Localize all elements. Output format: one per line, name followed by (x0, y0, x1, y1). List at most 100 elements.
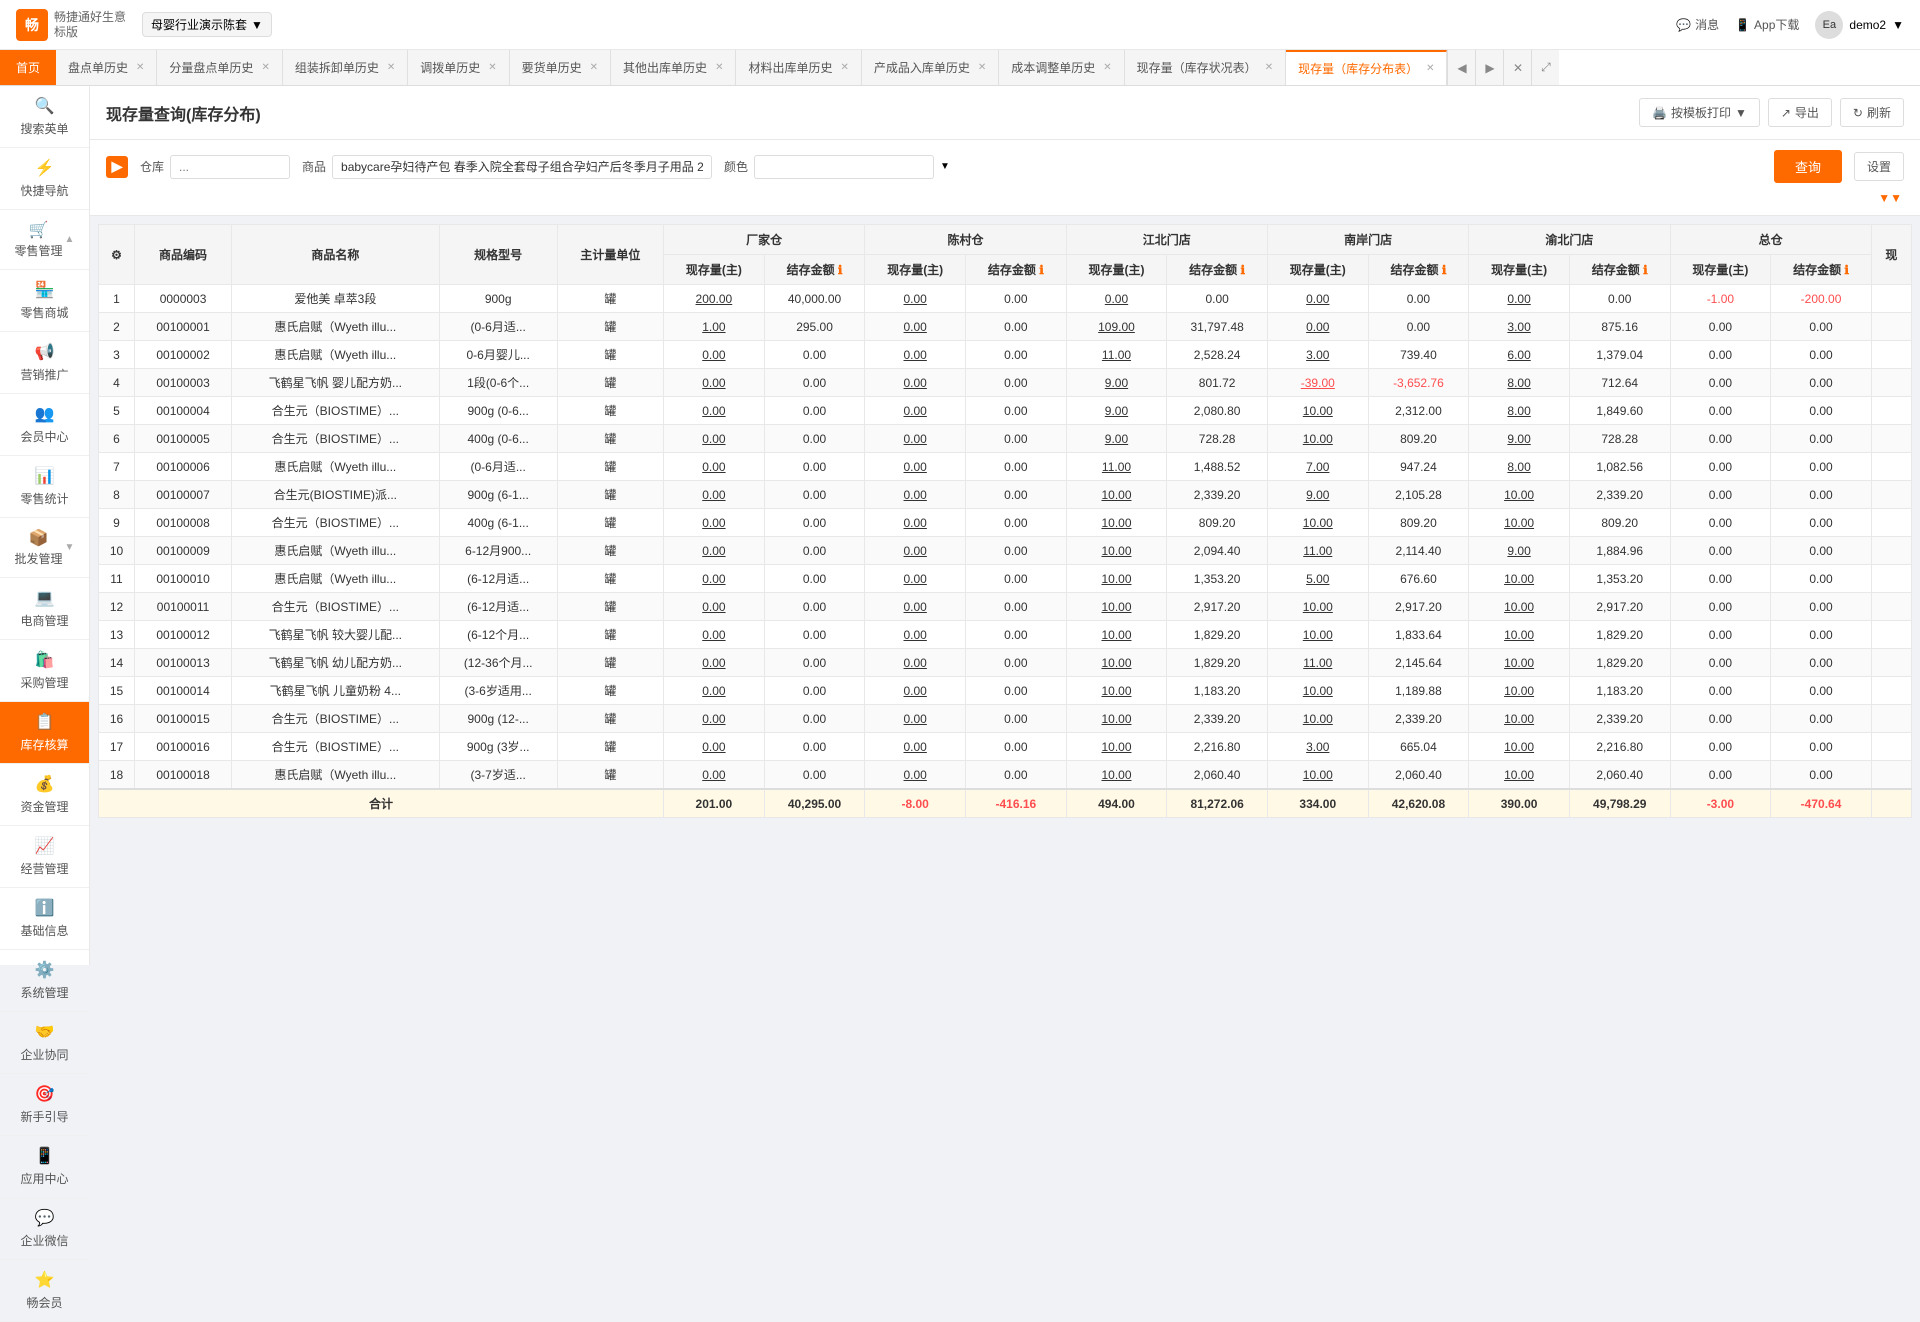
cell-yb-stock: 9.00 (1469, 537, 1570, 565)
sidebar-item-baseinfo[interactable]: ℹ️ 基础信息 (0, 888, 89, 950)
cell-na-stock: 10.00 (1267, 593, 1368, 621)
cell-t-stock: 0.00 (1670, 705, 1771, 733)
sidebar-item-inventory[interactable]: 📋 库存核算 (0, 702, 89, 764)
tab-stock-state[interactable]: 现存量（库存状况表） ✕ (1125, 50, 1286, 86)
cell-f-amount: 0.00 (764, 481, 865, 509)
page-title: 现存量查询(库存分布) (106, 101, 261, 125)
sidebar-item-ecommerce[interactable]: 💻 电商管理 (0, 578, 89, 640)
tab-cstadj[interactable]: 成本调整单历史 ✕ (999, 50, 1124, 86)
sidebar-item-changyuun[interactable]: ⭐ 畅会员 (0, 1260, 89, 1322)
tab-close-icon[interactable]: ✕ (1265, 62, 1273, 73)
message-btn[interactable]: 💬 消息 (1676, 16, 1719, 33)
sidebar-item-mall[interactable]: 🏪 零售商城 (0, 270, 89, 332)
sidebar-item-sysconf[interactable]: ⚙️ 系统管理 (0, 950, 89, 1012)
sidebar-item-finance[interactable]: 💰 资金管理 (0, 764, 89, 826)
color-input[interactable] (754, 155, 934, 179)
org-selector[interactable]: 母婴行业演示陈套 ▼ (142, 12, 272, 37)
tab-close-icon[interactable]: ✕ (1426, 63, 1434, 74)
cell-na-amount: 739.40 (1368, 341, 1469, 369)
logo-icon: 畅 (16, 9, 48, 41)
total-na-stock: 334.00 (1267, 789, 1368, 818)
cell-extra (1871, 369, 1911, 397)
tab-matck[interactable]: 材料出库单历史 ✕ (736, 50, 861, 86)
sidebar-item-ops[interactable]: 📈 经营管理 (0, 826, 89, 888)
tab-pand[interactable]: 盘点单历史 ✕ (56, 50, 157, 86)
cell-yb-amount: 1,884.96 (1569, 537, 1670, 565)
cell-jb-amount: 801.72 (1167, 369, 1268, 397)
cell-t-stock: 0.00 (1670, 481, 1771, 509)
tab-close-icon[interactable]: ✕ (715, 62, 723, 73)
tab-qther[interactable]: 其他出库单历史 ✕ (611, 50, 736, 86)
cell-yb-amount: 1,829.20 (1569, 621, 1670, 649)
refresh-btn[interactable]: ↻ 刷新 (1840, 98, 1904, 127)
cell-c-amount: 0.00 (966, 313, 1067, 341)
warehouse-input[interactable] (170, 155, 290, 179)
cell-yb-amount: 728.28 (1569, 425, 1670, 453)
cell-f-amount: 0.00 (764, 509, 865, 537)
tab-flpand[interactable]: 分量盘点单历史 ✕ (157, 50, 282, 86)
tab-close-icon[interactable]: ✕ (488, 62, 496, 73)
cell-na-stock: -39.00 (1267, 369, 1368, 397)
tab-close-icon[interactable]: ✕ (261, 62, 269, 73)
tab-close-all[interactable]: ✕ (1503, 50, 1531, 86)
search-btn[interactable]: 查询 (1774, 150, 1842, 183)
cell-na-stock: 10.00 (1267, 425, 1368, 453)
cell-c-stock: 0.00 (865, 649, 966, 677)
tab-close-icon[interactable]: ✕ (590, 62, 598, 73)
cell-yb-stock: 8.00 (1469, 453, 1570, 481)
toggle-expand-btn[interactable]: ▶ (106, 156, 128, 178)
tab-dibo[interactable]: 调拨单历史 ✕ (408, 50, 509, 86)
tab-home[interactable]: 首页 (0, 50, 56, 86)
col-total-header: 总仓 (1670, 225, 1871, 255)
tab-close-icon[interactable]: ✕ (1103, 62, 1111, 73)
cell-seq: 13 (99, 621, 135, 649)
app-download-btn[interactable]: 📱 App下载 (1735, 16, 1799, 33)
print-btn[interactable]: 🖨️ 按模板打印 ▼ (1639, 98, 1760, 127)
tab-yohuo[interactable]: 要货单历史 ✕ (510, 50, 611, 86)
total-na-amount: 42,620.08 (1368, 789, 1469, 818)
export-btn[interactable]: ↗ 导出 (1768, 98, 1832, 127)
col-nanan-header: 南岸门店 (1267, 225, 1468, 255)
tab-close-icon[interactable]: ✕ (387, 62, 395, 73)
sidebar-item-retail-stat[interactable]: 📊 零售统计 (0, 456, 89, 518)
col-c-amount: 结存金额 ℹ (966, 255, 1067, 285)
cell-c-stock: 0.00 (865, 705, 966, 733)
tab-arrow-right[interactable]: ▶ (1475, 50, 1503, 86)
table-row: 16 00100015 合生元（BIOSTIME）... 900g (12-..… (99, 705, 1912, 733)
sidebar-item-wxwork[interactable]: 💬 企业微信 (0, 1198, 89, 1260)
cell-f-amount: 40,000.00 (764, 285, 865, 313)
user-menu[interactable]: Ea demo2 ▼ (1815, 11, 1904, 39)
goods-input[interactable] (332, 155, 712, 179)
sidebar-item-marketing[interactable]: 📢 营销推广 (0, 332, 89, 394)
sidebar-item-appcenter[interactable]: 📱 应用中心 (0, 1136, 89, 1198)
cell-code: 00100013 (135, 649, 232, 677)
cell-na-amount: 1,833.64 (1368, 621, 1469, 649)
sidebar-item-guide[interactable]: 🎯 新手引导 (0, 1074, 89, 1136)
tab-expand[interactable]: ⤢ (1531, 50, 1559, 86)
tab-arrow-left[interactable]: ◀ (1447, 50, 1475, 86)
cell-name: 合生元（BIOSTIME）... (232, 509, 439, 537)
sidebar-item-retail[interactable]: 🛒 零售管理 ▲ (0, 210, 89, 270)
cell-name: 合生元（BIOSTIME）... (232, 733, 439, 761)
cell-na-amount: 665.04 (1368, 733, 1469, 761)
search-bar: ▶ 仓库 商品 颜色 ▼ 查询 设置 (90, 140, 1920, 216)
setting-btn[interactable]: 设置 (1854, 152, 1904, 181)
sidebar-item-search[interactable]: 🔍 搜索英单 (0, 86, 89, 148)
sidebar-item-purchase[interactable]: 🛍️ 采购管理 (0, 640, 89, 702)
cell-seq: 14 (99, 649, 135, 677)
col-code-header: 商品编码 (135, 225, 232, 285)
cell-jb-stock: 0.00 (1066, 285, 1167, 313)
tab-prdrk[interactable]: 产成品入库单历史 ✕ (862, 50, 999, 86)
tab-close-icon[interactable]: ✕ (978, 62, 986, 73)
sidebar-item-quicknav[interactable]: ⚡ 快捷导航 (0, 148, 89, 210)
cell-jb-stock: 10.00 (1066, 621, 1167, 649)
tab-stock-dist[interactable]: 现存量（库存分布表） ✕ (1286, 50, 1447, 86)
cell-spec: (0-6月适... (439, 453, 557, 481)
sidebar-item-collab[interactable]: 🤝 企业协同 (0, 1012, 89, 1074)
sidebar-item-wholesale[interactable]: 📦 批发管理 ▼ (0, 518, 89, 578)
tab-zzcx[interactable]: 组装拆卸单历史 ✕ (283, 50, 408, 86)
tab-close-icon[interactable]: ✕ (136, 62, 144, 73)
tab-close-icon[interactable]: ✕ (840, 62, 848, 73)
expand-conditions-btn[interactable]: ▼▼ (1878, 191, 1904, 205)
sidebar-item-member[interactable]: 👥 会员中心 (0, 394, 89, 456)
